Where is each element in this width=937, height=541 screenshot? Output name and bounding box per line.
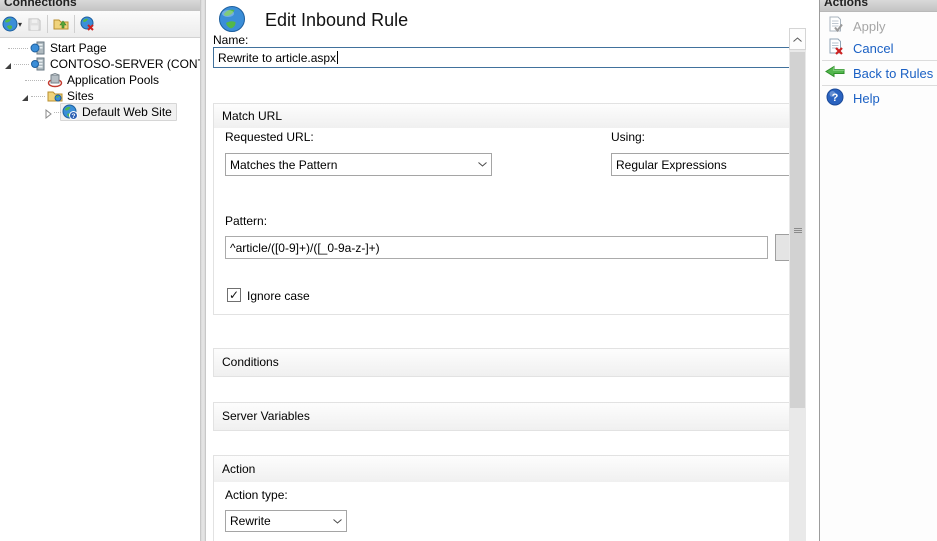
disconnect-globe-icon[interactable] [78, 14, 98, 34]
tree-item-application-pools[interactable]: Application Pools [0, 72, 200, 88]
using-value: Regular Expressions [616, 158, 727, 172]
back-to-rules-link[interactable]: Back to Rules [853, 66, 933, 81]
connections-tree: Start Page CONTOSO-SERVER (C [0, 37, 200, 541]
server-variables-section: Server Variables [213, 402, 800, 431]
actions-panel: Actions Apply [819, 0, 937, 541]
actions-separator [822, 60, 937, 61]
cancel-document-x-icon [827, 38, 844, 58]
tree-item-sites[interactable]: Sites [0, 88, 200, 104]
connect-dropdown-caret-icon[interactable]: ▾ [18, 20, 22, 29]
tree-connector [8, 48, 28, 49]
scroll-up-button[interactable] [789, 28, 806, 50]
save-icon[interactable] [24, 14, 44, 34]
scrollbar-grip-icon [794, 228, 802, 233]
tree-item-label: CONTOSO-SERVER (CONTOS [50, 56, 200, 72]
pattern-input-value: ^article/([0-9]+)/([_0-9a-z-]+) [230, 241, 380, 255]
name-label: Name: [213, 33, 248, 47]
ignore-case-checkbox[interactable]: ✓ [227, 288, 241, 302]
edit-inbound-rule-page: Edit Inbound Rule Name: Rewrite to artic… [206, 0, 818, 541]
name-input[interactable]: Rewrite to article.aspx [213, 47, 800, 68]
tree-item-label: Sites [67, 88, 94, 104]
svg-text:?: ? [72, 113, 76, 120]
tree-item-label: Default Web Site [82, 104, 172, 120]
iis-manager-window: Connections ▾ [0, 0, 937, 541]
requested-url-value: Matches the Pattern [230, 158, 337, 172]
sites-folder-icon [47, 88, 63, 104]
conditions-section: Conditions [213, 348, 800, 377]
tree-connector [25, 80, 45, 81]
conditions-section-header[interactable]: Conditions [214, 349, 799, 376]
server-variables-section-header[interactable]: Server Variables [214, 403, 799, 430]
requested-url-dropdown[interactable]: Matches the Pattern [225, 153, 492, 176]
help-question-icon: ? [826, 88, 844, 109]
tree-item-default-web-site[interactable]: ? Default Web Site [0, 104, 200, 120]
connections-toolbar: ▾ [0, 11, 200, 38]
name-input-value: Rewrite to article.aspx [218, 51, 336, 65]
collapsed-arrow-icon[interactable] [43, 107, 53, 117]
using-label: Using: [611, 130, 645, 144]
connections-title: Connections [4, 0, 77, 9]
tree-item-label: Start Page [50, 40, 107, 56]
actions-header: Actions [820, 0, 937, 12]
back-arrow-icon [824, 63, 846, 83]
svg-text:?: ? [832, 92, 839, 104]
tree-item-server[interactable]: CONTOSO-SERVER (CONTOS [0, 56, 200, 72]
expanded-arrow-icon[interactable] [20, 91, 30, 101]
vertical-scrollbar[interactable] [789, 28, 806, 541]
connections-panel: Connections ▾ [0, 0, 200, 541]
toolbar-separator [74, 15, 75, 33]
expanded-arrow-icon[interactable] [3, 59, 13, 69]
page-title: Edit Inbound Rule [265, 6, 408, 34]
scrollbar-thumb[interactable] [790, 52, 805, 408]
globe-icon [218, 5, 246, 36]
pattern-input[interactable]: ^article/([0-9]+)/([_0-9a-z-]+) [225, 236, 768, 259]
match-url-section-header[interactable]: Match URL [214, 104, 799, 128]
apply-button: Apply [853, 19, 886, 34]
tree-item-start-page[interactable]: Start Page [0, 40, 200, 56]
chevron-up-icon [793, 37, 802, 42]
tree-item-label: Application Pools [67, 72, 159, 88]
action-type-dropdown[interactable]: Rewrite [225, 510, 347, 532]
web-site-globe-icon: ? [62, 104, 78, 120]
chevron-down-icon [333, 519, 342, 524]
start-page-icon [30, 40, 46, 56]
create-folder-up-icon[interactable] [51, 14, 71, 34]
connect-globe-icon[interactable] [0, 14, 20, 34]
help-link[interactable]: Help [853, 91, 880, 106]
application-pools-icon [47, 72, 63, 88]
tree-connector [14, 64, 29, 65]
server-icon [30, 56, 46, 72]
selected-tree-item[interactable]: ? Default Web Site [60, 103, 177, 121]
checkmark-icon: ✓ [229, 288, 239, 302]
cancel-button[interactable]: Cancel [853, 41, 893, 56]
requested-url-label: Requested URL: [225, 130, 314, 144]
toolbar-separator [47, 15, 48, 33]
text-caret [337, 51, 338, 64]
using-dropdown[interactable]: Regular Expressions [611, 153, 800, 176]
ignore-case-label: Ignore case [247, 289, 310, 303]
action-section-header[interactable]: Action [214, 456, 799, 482]
chevron-down-icon [478, 162, 487, 167]
actions-title: Actions [824, 0, 868, 9]
action-type-label: Action type: [225, 488, 288, 502]
actions-separator [822, 85, 937, 86]
pattern-label: Pattern: [225, 214, 267, 228]
tree-connector [31, 96, 45, 97]
action-type-value: Rewrite [230, 514, 271, 528]
apply-document-check-icon [827, 16, 844, 36]
tree-connector [54, 112, 61, 113]
